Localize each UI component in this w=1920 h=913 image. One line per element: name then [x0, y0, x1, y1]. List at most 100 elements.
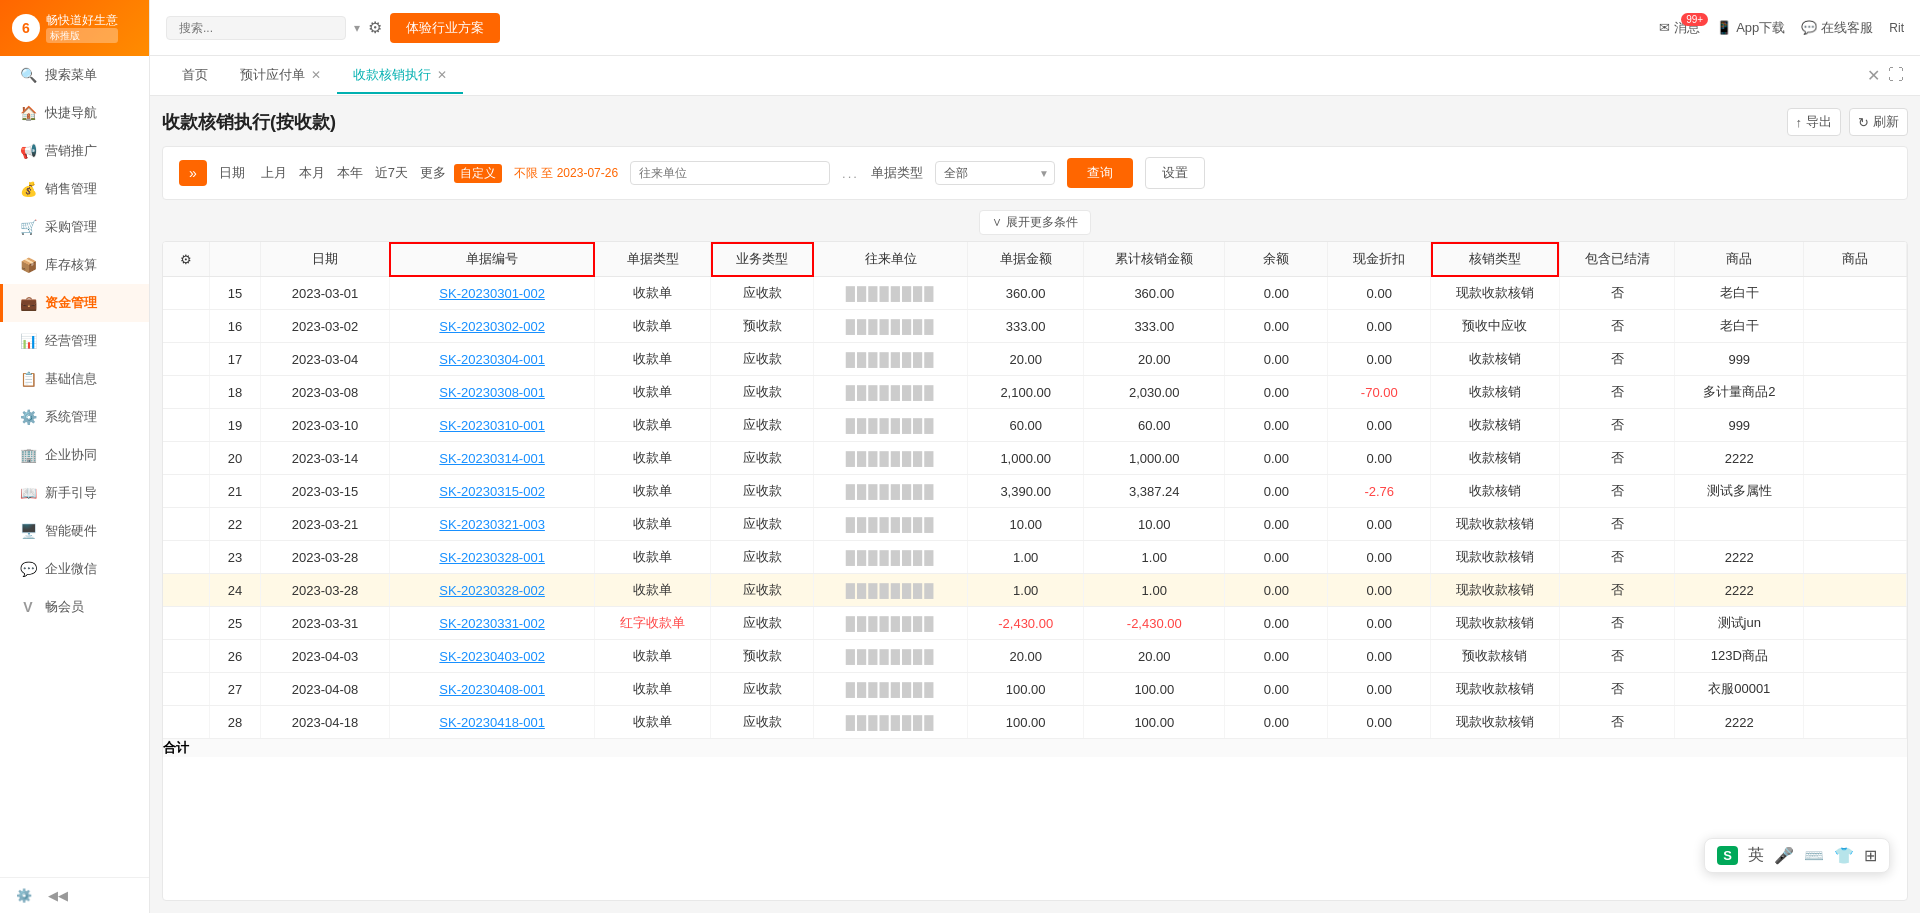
table-cell: 收款单	[595, 277, 711, 310]
col-balance[interactable]: 余额	[1225, 242, 1328, 277]
table-row[interactable]: 232023-03-28SK-20230328-001收款单应收款███████…	[163, 541, 1907, 574]
table-settings-button[interactable]: 设置	[1145, 157, 1205, 189]
col-goods2[interactable]: 商品	[1804, 242, 1907, 277]
col-date[interactable]: 日期	[261, 242, 390, 277]
shirt-icon[interactable]: 👕	[1834, 846, 1854, 865]
col-biz-type[interactable]: 业务类型	[711, 242, 814, 277]
table-cell: 0.00	[1328, 541, 1431, 574]
table-row[interactable]: 202023-03-14SK-20230314-001收款单应收款███████…	[163, 442, 1907, 475]
sidebar-item-enterprise[interactable]: 🏢 企业协同	[0, 436, 149, 474]
sidebar-item-marketing[interactable]: 📢 营销推广	[0, 132, 149, 170]
table-cell[interactable]: SK-20230302-002	[389, 310, 595, 343]
date-7days[interactable]: 近7天	[371, 162, 412, 184]
header-search-input[interactable]	[166, 16, 346, 40]
sidebar-item-base-info[interactable]: 📋 基础信息	[0, 360, 149, 398]
col-partner[interactable]: 往来单位	[814, 242, 968, 277]
sidebar-collapse-icon[interactable]: ◀◀	[48, 888, 68, 903]
col-bill-type[interactable]: 单据类型	[595, 242, 711, 277]
table-cell: 否	[1559, 376, 1675, 409]
table-row[interactable]: 272023-04-08SK-20230408-001收款单应收款███████…	[163, 673, 1907, 706]
sidebar-item-fund-mgmt[interactable]: 💼 资金管理	[0, 284, 149, 322]
table-row[interactable]: 192023-03-10SK-20230310-001收款单应收款███████…	[163, 409, 1907, 442]
date-this-year[interactable]: 本年	[333, 162, 367, 184]
sidebar-settings-icon[interactable]: ⚙️	[16, 888, 32, 903]
tab-home[interactable]: 首页	[166, 58, 224, 94]
col-bill-amount[interactable]: 单据金额	[968, 242, 1084, 277]
query-button[interactable]: 查询	[1067, 158, 1133, 188]
table-row[interactable]: 282023-04-18SK-20230418-001收款单应收款███████…	[163, 706, 1907, 739]
col-accum-cancel[interactable]: 累计核销金额	[1084, 242, 1225, 277]
tab-collection-exec[interactable]: 收款核销执行 ✕	[337, 58, 463, 94]
col-cancel-type[interactable]: 核销类型	[1431, 242, 1560, 277]
export-button[interactable]: ↑ 导出	[1787, 108, 1842, 136]
table-row[interactable]: 262023-04-03SK-20230403-002收款单预收款███████…	[163, 640, 1907, 673]
tab-close-all-icon[interactable]: ✕	[1867, 66, 1880, 85]
sidebar-item-newbie[interactable]: 📖 新手引导	[0, 474, 149, 512]
col-cash-discount[interactable]: 现金折扣	[1328, 242, 1431, 277]
home-icon: 🏠	[19, 105, 37, 121]
bill-type-select[interactable]: 全部 收款单 红字收款单	[935, 161, 1055, 185]
table-cell: 0.00	[1328, 343, 1431, 376]
table-cell[interactable]: SK-20230418-001	[389, 706, 595, 739]
user-account[interactable]: Rit	[1889, 21, 1904, 35]
table-row[interactable]: 152023-03-01SK-20230301-002收款单应收款███████…	[163, 277, 1907, 310]
date-this-month[interactable]: 本月	[295, 162, 329, 184]
expand-more-btn[interactable]: ∨ 展开更多条件	[979, 210, 1090, 235]
sidebar-item-inventory[interactable]: 📦 库存核算	[0, 246, 149, 284]
sidebar-item-enterprise-wx[interactable]: 💬 企业微信	[0, 550, 149, 588]
table-cell[interactable]: SK-20230408-001	[389, 673, 595, 706]
date-more[interactable]: 更多	[416, 162, 450, 184]
sidebar-item-search-menu[interactable]: 🔍 搜索菜单	[0, 56, 149, 94]
table-row[interactable]: 172023-03-04SK-20230304-001收款单应收款███████…	[163, 343, 1907, 376]
date-last-month[interactable]: 上月	[257, 162, 291, 184]
chevron-down-icon[interactable]: ▾	[354, 21, 360, 35]
col-goods[interactable]: 商品	[1675, 242, 1804, 277]
table-row[interactable]: 242023-03-28SK-20230328-002收款单应收款███████…	[163, 574, 1907, 607]
table-cell: 测试jun	[1675, 607, 1804, 640]
message-button[interactable]: ✉ 消息 99+	[1659, 19, 1700, 37]
table-cell[interactable]: SK-20230331-002	[389, 607, 595, 640]
table-cell[interactable]: SK-20230315-002	[389, 475, 595, 508]
table-cell[interactable]: SK-20230321-003	[389, 508, 595, 541]
sidebar-item-sys-mgmt[interactable]: ⚙️ 系统管理	[0, 398, 149, 436]
header-gear-icon[interactable]: ⚙	[368, 18, 382, 37]
sidebar-item-quick-nav[interactable]: 🏠 快捷导航	[0, 94, 149, 132]
table-row[interactable]: 182023-03-08SK-20230308-001收款单应收款███████…	[163, 376, 1907, 409]
sidebar-item-purchase[interactable]: 🛒 采购管理	[0, 208, 149, 246]
solution-button[interactable]: 体验行业方案	[390, 13, 500, 43]
col-include-settled[interactable]: 包含已结清	[1559, 242, 1675, 277]
sidebar-item-sales[interactable]: 💰 销售管理	[0, 170, 149, 208]
tab-close-icon[interactable]: ✕	[311, 68, 321, 82]
service-button[interactable]: 💬 在线客服	[1801, 19, 1873, 37]
table-cell[interactable]: SK-20230328-001	[389, 541, 595, 574]
table-cell[interactable]: SK-20230403-002	[389, 640, 595, 673]
ime-text-icon[interactable]: 英	[1748, 845, 1764, 866]
table-cell: 收款单	[595, 442, 711, 475]
mic-icon[interactable]: 🎤	[1774, 846, 1794, 865]
partner-filter-input[interactable]	[630, 161, 830, 185]
sidebar-item-ops[interactable]: 📊 经营管理	[0, 322, 149, 360]
table-cell[interactable]: SK-20230328-002	[389, 574, 595, 607]
table-cell[interactable]: SK-20230304-001	[389, 343, 595, 376]
table-cell[interactable]: SK-20230301-002	[389, 277, 595, 310]
table-row[interactable]: 252023-03-31SK-20230331-002红字收款单应收款█████…	[163, 607, 1907, 640]
sidebar-item-vip[interactable]: V 畅会员	[0, 588, 149, 626]
tab-expand-icon[interactable]: ⛶	[1888, 66, 1904, 85]
keyboard-icon[interactable]: ⌨️	[1804, 846, 1824, 865]
table-row[interactable]: 222023-03-21SK-20230321-003收款单应收款███████…	[163, 508, 1907, 541]
tab-close-icon2[interactable]: ✕	[437, 68, 447, 82]
sidebar-item-smart-hw[interactable]: 🖥️ 智能硬件	[0, 512, 149, 550]
table-cell[interactable]: SK-20230308-001	[389, 376, 595, 409]
col-gear[interactable]: ⚙	[163, 242, 209, 277]
app-download-button[interactable]: 📱 App下载	[1716, 19, 1785, 37]
tab-pre-pay-bill[interactable]: 预计应付单 ✕	[224, 58, 337, 94]
table-cell[interactable]: SK-20230314-001	[389, 442, 595, 475]
col-bill-no[interactable]: 单据编号	[389, 242, 595, 277]
date-custom-btn[interactable]: 自定义	[454, 164, 502, 183]
table-row[interactable]: 212023-03-15SK-20230315-002收款单应收款███████…	[163, 475, 1907, 508]
filter-toggle-button[interactable]: »	[179, 160, 207, 186]
grid-icon[interactable]: ⊞	[1864, 846, 1877, 865]
table-cell[interactable]: SK-20230310-001	[389, 409, 595, 442]
refresh-button[interactable]: ↻ 刷新	[1849, 108, 1908, 136]
table-row[interactable]: 162023-03-02SK-20230302-002收款单预收款███████…	[163, 310, 1907, 343]
